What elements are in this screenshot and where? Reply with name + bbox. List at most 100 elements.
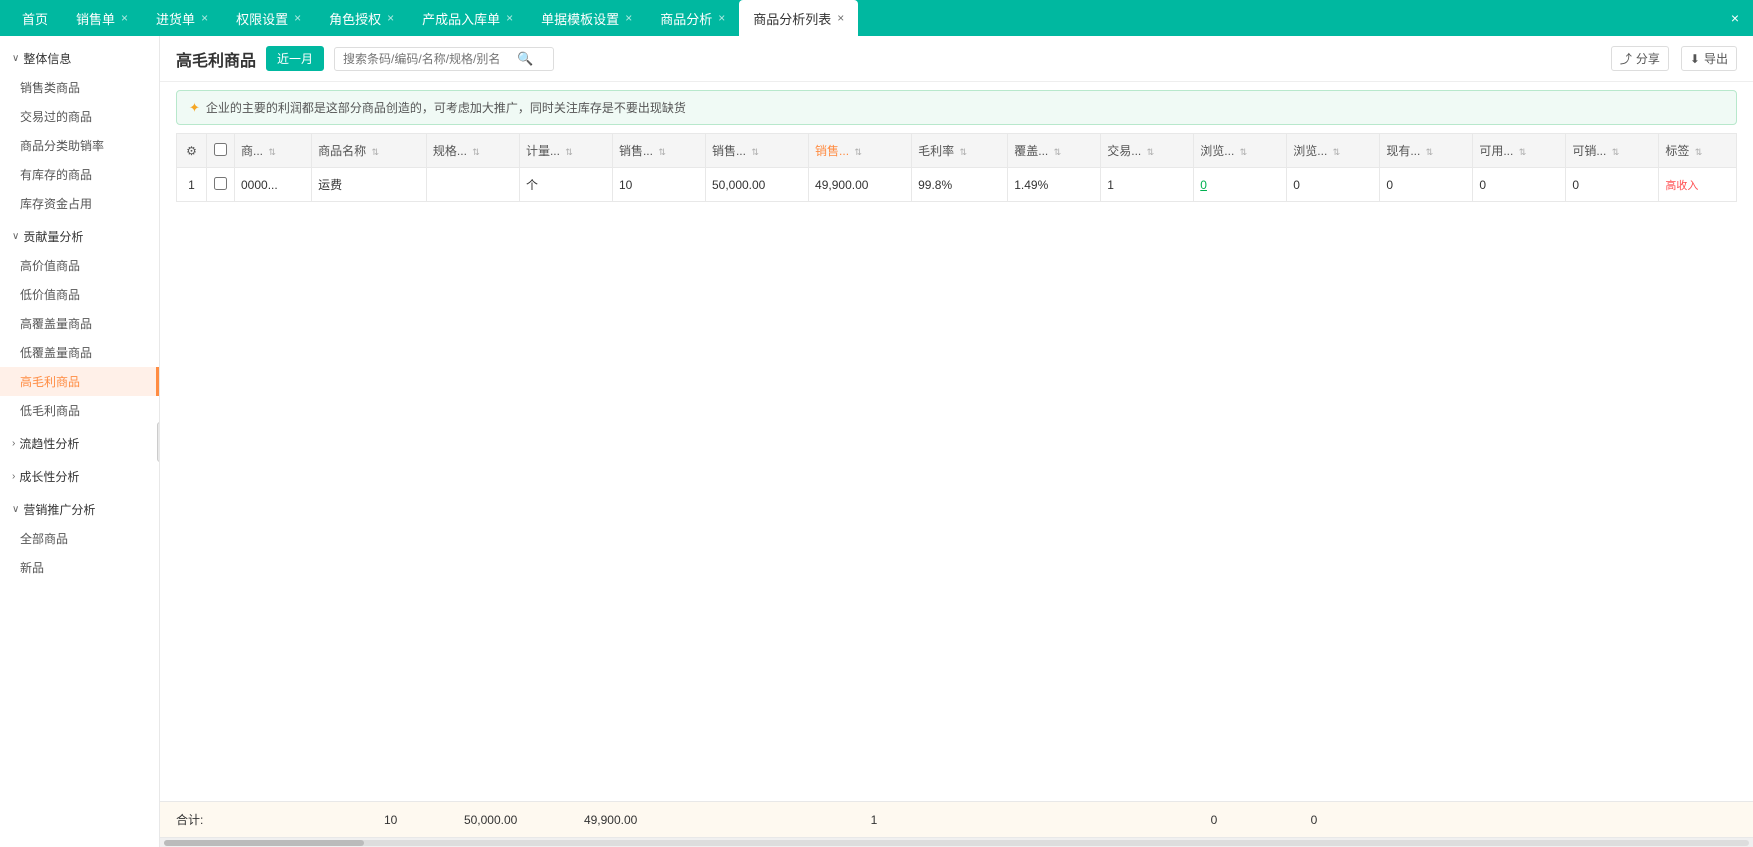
nav-tab-sales[interactable]: 销售单 × xyxy=(62,0,142,36)
sort-icon-sellable: ⇅ xyxy=(1612,147,1620,157)
row-tag: 高收入 xyxy=(1659,168,1737,202)
total-space2 xyxy=(883,813,1003,827)
top-navigation: 首页 销售单 × 进货单 × 权限设置 × 角色授权 × 产成品入库单 × 单据… xyxy=(0,0,1753,36)
th-name[interactable]: 商品名称 ⇅ xyxy=(312,134,427,168)
sidebar-group-trend-header[interactable]: › 流趋性分析 xyxy=(0,429,159,458)
sidebar-item-high-value[interactable]: 高价值商品 xyxy=(0,251,159,280)
sort-icon-code: ⇅ xyxy=(268,147,276,157)
scrollbar-track xyxy=(164,840,1749,846)
th-sales-qty[interactable]: 销售... ⇅ xyxy=(612,134,705,168)
sort-icon-name: ⇅ xyxy=(372,147,380,157)
close-roles-tab[interactable]: × xyxy=(387,11,394,25)
time-filter-month-button[interactable]: 近一月 xyxy=(266,46,324,71)
sidebar-group-contribution: ∨ 贡献量分析 高价值商品 低价值商品 高覆盖量商品 低覆盖量商品 高毛利商品 … xyxy=(0,222,159,425)
content-header: 高毛利商品 近一月 🔍 ⤴ 分享 ⬇ 导出 xyxy=(160,36,1753,82)
row-code: 0000... xyxy=(235,168,312,202)
info-bar: ✦ 企业的主要的利润都是这部分商品创造的，可考虑加大推广，同时关注库存是不要出现… xyxy=(176,90,1737,125)
total-sales-profit: 49,900.00 xyxy=(523,813,643,827)
sidebar-item-sales-goods[interactable]: 销售类商品 xyxy=(0,73,159,102)
close-purchase-tab[interactable]: × xyxy=(201,11,208,25)
sidebar-item-stock-capital[interactable]: 库存资金占用 xyxy=(0,189,159,218)
nav-tab-inbound[interactable]: 产成品入库单 × xyxy=(408,0,527,36)
sort-icon-tag: ⇅ xyxy=(1695,147,1703,157)
sidebar-group-contribution-header[interactable]: ∨ 贡献量分析 xyxy=(0,222,159,251)
share-button[interactable]: ⤴ 分享 xyxy=(1611,46,1669,71)
sidebar-item-all-goods[interactable]: 全部商品 xyxy=(0,524,159,553)
sidebar-group-marketing: ∨ 营销推广分析 全部商品 新品 xyxy=(0,495,159,582)
sidebar-group-overview-header[interactable]: ∨ 整体信息 xyxy=(0,44,159,73)
th-checkbox[interactable] xyxy=(207,134,235,168)
sort-icon-trade: ⇅ xyxy=(1147,147,1155,157)
sort-icon-unit: ⇅ xyxy=(565,147,573,157)
sidebar-item-high-coverage[interactable]: 高覆盖量商品 xyxy=(0,309,159,338)
th-tag[interactable]: 标签 ⇅ xyxy=(1659,134,1737,168)
th-settings[interactable]: ⚙ xyxy=(177,134,207,168)
nav-tab-template[interactable]: 单据模板设置 × xyxy=(527,0,646,36)
row-views2: 0 xyxy=(1287,168,1380,202)
page-title: 高毛利商品 xyxy=(176,47,256,71)
th-unit[interactable]: 计量... ⇅ xyxy=(519,134,612,168)
export-button[interactable]: ⬇ 导出 xyxy=(1681,46,1737,71)
sidebar-item-category-rate[interactable]: 商品分类助销率 xyxy=(0,131,159,160)
close-inbound-tab[interactable]: × xyxy=(506,11,513,25)
sidebar-item-traded-goods[interactable]: 交易过的商品 xyxy=(0,102,159,131)
close-analysis-list-tab[interactable]: × xyxy=(837,11,844,25)
nav-tab-analysis-list[interactable]: 商品分析列表 × xyxy=(739,0,858,36)
nav-tab-purchase[interactable]: 进货单 × xyxy=(142,0,222,36)
row-sales-qty: 10 xyxy=(612,168,705,202)
th-coverage[interactable]: 覆盖... ⇅ xyxy=(1008,134,1101,168)
table-header-row: ⚙ 商... ⇅ 商品名称 ⇅ xyxy=(177,134,1737,168)
th-current-stock[interactable]: 现有... ⇅ xyxy=(1380,134,1473,168)
th-gross-margin[interactable]: 毛利率 ⇅ xyxy=(912,134,1008,168)
close-permissions-tab[interactable]: × xyxy=(294,11,301,25)
scrollbar-thumb[interactable] xyxy=(164,840,364,846)
nav-tab-analysis[interactable]: 商品分析 × xyxy=(646,0,739,36)
table-wrapper: ⚙ 商... ⇅ 商品名称 ⇅ xyxy=(160,133,1753,801)
th-trade[interactable]: 交易... ⇅ xyxy=(1101,134,1194,168)
sidebar-group-growth-header[interactable]: › 成长性分析 xyxy=(0,462,159,491)
th-spec[interactable]: 规格... ⇅ xyxy=(426,134,519,168)
sort-icon-current-stock: ⇅ xyxy=(1426,147,1434,157)
sidebar-item-in-stock[interactable]: 有库存的商品 xyxy=(0,160,159,189)
th-views1[interactable]: 浏览... ⇅ xyxy=(1194,134,1287,168)
export-icon: ⬇ xyxy=(1690,52,1700,66)
sidebar-item-low-value[interactable]: 低价值商品 xyxy=(0,280,159,309)
bottom-scrollbar[interactable] xyxy=(160,837,1753,847)
th-available[interactable]: 可用... ⇅ xyxy=(1473,134,1566,168)
search-input[interactable] xyxy=(343,52,513,66)
th-views2[interactable]: 浏览... ⇅ xyxy=(1287,134,1380,168)
sort-icon-sales-qty: ⇅ xyxy=(658,147,666,157)
info-icon: ✦ xyxy=(189,100,200,116)
sidebar-group-trend: › 流趋性分析 xyxy=(0,429,159,458)
sidebar-group-marketing-header[interactable]: ∨ 营销推广分析 xyxy=(0,495,159,524)
row-sellable: 0 xyxy=(1566,168,1659,202)
th-sellable[interactable]: 可销... ⇅ xyxy=(1566,134,1659,168)
nav-tab-permissions[interactable]: 权限设置 × xyxy=(222,0,315,36)
row-num: 1 xyxy=(177,168,207,202)
window-close-btn[interactable]: × xyxy=(1725,8,1745,28)
close-analysis-tab[interactable]: × xyxy=(718,11,725,25)
footer-total: 合计: 10 50,000.00 49,900.00 1 0 0 xyxy=(160,801,1753,837)
th-sales-profit[interactable]: 销售... ⇅ xyxy=(809,134,912,168)
close-template-tab[interactable]: × xyxy=(625,11,632,25)
search-icon[interactable]: 🔍 xyxy=(517,51,533,67)
th-sales-amt[interactable]: 销售... ⇅ xyxy=(705,134,808,168)
nav-tab-home[interactable]: 首页 xyxy=(8,0,62,36)
sort-icon-sales-profit: ⇅ xyxy=(854,147,862,157)
close-sales-tab[interactable]: × xyxy=(121,11,128,25)
sidebar-item-low-margin[interactable]: 低毛利商品 xyxy=(0,396,159,425)
th-code[interactable]: 商... ⇅ xyxy=(235,134,312,168)
sidebar-item-high-margin[interactable]: 高毛利商品 xyxy=(0,367,159,396)
sidebar-group-overview: ∨ 整体信息 销售类商品 交易过的商品 商品分类助销率 有库存的商品 库存资金占… xyxy=(0,44,159,218)
chevron-right-icon-2: › xyxy=(12,471,15,482)
select-all-checkbox[interactable] xyxy=(214,143,227,156)
sidebar-item-low-coverage[interactable]: 低覆盖量商品 xyxy=(0,338,159,367)
row-views1[interactable]: 0 xyxy=(1194,168,1287,202)
total-sales-amt: 50,000.00 xyxy=(403,813,523,827)
nav-tab-roles[interactable]: 角色授权 × xyxy=(315,0,408,36)
row-checkbox[interactable] xyxy=(214,177,227,190)
row-checkbox-cell[interactable] xyxy=(207,168,235,202)
sidebar-collapse-button[interactable]: « xyxy=(157,422,160,462)
chevron-down-icon-3: ∨ xyxy=(12,504,19,515)
sidebar-item-new-goods[interactable]: 新品 xyxy=(0,553,159,582)
